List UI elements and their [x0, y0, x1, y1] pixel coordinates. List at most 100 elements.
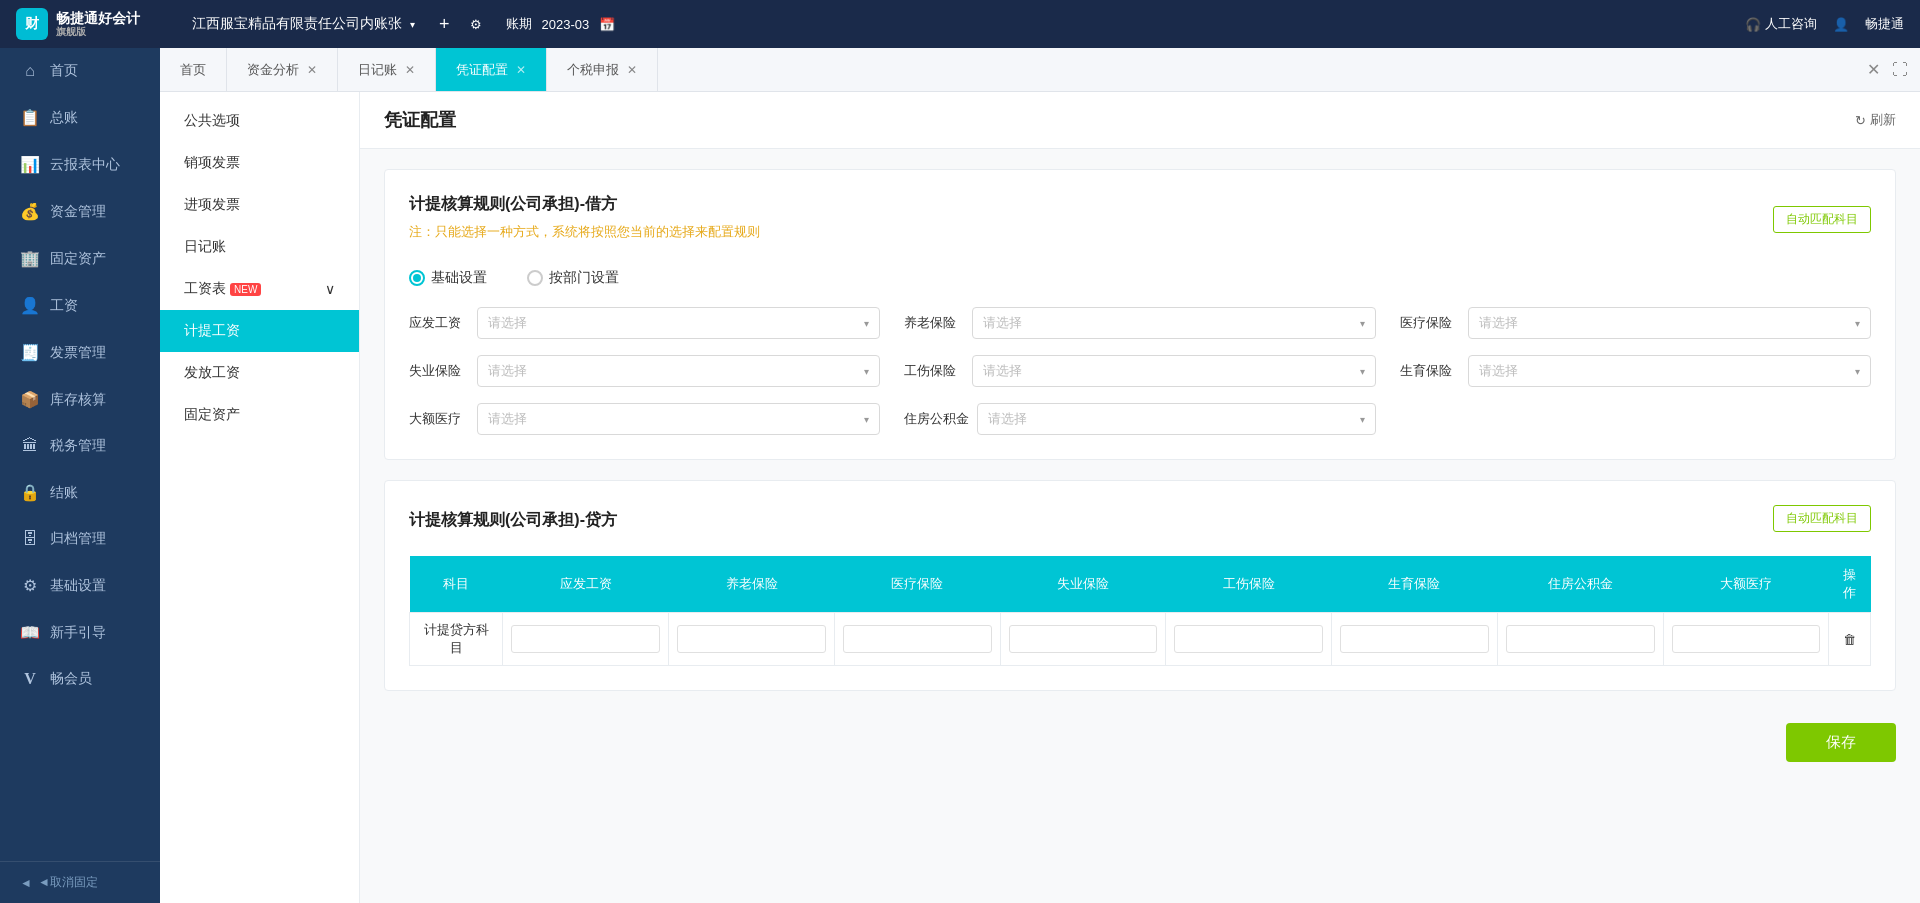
field-injury-select[interactable]: 请选择 ▾ — [972, 355, 1375, 387]
row-housing-cell[interactable] — [1497, 613, 1663, 666]
row-maternity-input[interactable] — [1340, 625, 1489, 653]
radio-basic[interactable]: 基础设置 — [409, 269, 487, 287]
tab-journal[interactable]: 日记账 ✕ — [338, 48, 436, 91]
nav-salary-pay[interactable]: 发放工资 — [160, 352, 359, 394]
row-unemployment-cell[interactable] — [1000, 613, 1166, 666]
sidebar-item-invoice[interactable]: 🧾 发票管理 — [0, 329, 160, 376]
row-action-cell[interactable]: 🗑 — [1829, 613, 1871, 666]
field-maternity-select[interactable]: 请选择 ▾ — [1468, 355, 1871, 387]
row-salary-cell[interactable] — [503, 613, 669, 666]
sidebar-item-fund[interactable]: 💰 资金管理 — [0, 188, 160, 235]
support-btn[interactable]: 🎧 人工咨询 — [1745, 15, 1817, 33]
field-salary: 应发工资 请选择 ▾ — [409, 307, 880, 339]
tab-voucher-close[interactable]: ✕ — [516, 63, 526, 77]
cancel-fix-btn[interactable]: ◄ ◄取消固定 — [0, 861, 160, 903]
field-housing-select[interactable]: 请选择 ▾ — [977, 403, 1375, 435]
debit-header-row: 计提核算规则(公司承担)-借方 注：只能选择一种方式，系统将按照您当前的选择来配… — [409, 194, 1871, 257]
row-salary-input[interactable] — [511, 625, 660, 653]
tab-bar: 首页 资金分析 ✕ 日记账 ✕ 凭证配置 ✕ 个税申报 ✕ ✕ ⛶ — [160, 48, 1920, 92]
field-medical-select[interactable]: 请选择 ▾ — [1468, 307, 1871, 339]
scrollable-content[interactable]: 计提核算规则(公司承担)-借方 注：只能选择一种方式，系统将按照您当前的选择来配… — [360, 149, 1920, 903]
settings-icon[interactable]: ⚙ — [470, 17, 482, 32]
sidebar-item-reports[interactable]: 📊 云报表中心 — [0, 141, 160, 188]
row-unemployment-input[interactable] — [1009, 625, 1158, 653]
refresh-btn[interactable]: ↻ 刷新 — [1855, 111, 1896, 129]
field-pension-select[interactable]: 请选择 ▾ — [972, 307, 1375, 339]
sidebar-item-tax[interactable]: 🏛 税务管理 — [0, 423, 160, 469]
tab-fund[interactable]: 资金分析 ✕ — [227, 48, 338, 91]
tab-close-all-icon[interactable]: ✕ — [1867, 60, 1880, 79]
field-large-medical-label: 大额医疗 — [409, 410, 469, 428]
sidebar-item-inventory[interactable]: 📦 库存核算 — [0, 376, 160, 423]
row-housing-input[interactable] — [1506, 625, 1655, 653]
row-pension-cell[interactable] — [669, 613, 835, 666]
calendar-icon: 📅 — [599, 17, 615, 32]
nav-public[interactable]: 公共选项 — [160, 100, 359, 142]
tab-expand-icon[interactable]: ⛶ — [1892, 61, 1908, 79]
save-button[interactable]: 保存 — [1786, 723, 1896, 762]
headset-icon: 🎧 — [1745, 17, 1761, 32]
sidebar-label-salary: 工资 — [50, 297, 78, 315]
sidebar-label-tax: 税务管理 — [50, 437, 106, 455]
row-pension-input[interactable] — [677, 625, 826, 653]
field-housing-label: 住房公积金 — [904, 410, 969, 428]
field-large-medical-select[interactable]: 请选择 ▾ — [477, 403, 880, 435]
debit-auto-match-btn[interactable]: 自动匹配科目 — [1773, 206, 1871, 233]
close-period-icon: 🔒 — [20, 483, 40, 502]
row-maternity-cell[interactable] — [1332, 613, 1498, 666]
sidebar-item-close[interactable]: 🔒 结账 — [0, 469, 160, 516]
field-maternity: 生育保险 请选择 ▾ — [1400, 355, 1871, 387]
sidebar-item-guide[interactable]: 📖 新手引导 — [0, 609, 160, 656]
row-injury-cell[interactable] — [1166, 613, 1332, 666]
content-area: 首页 资金分析 ✕ 日记账 ✕ 凭证配置 ✕ 个税申报 ✕ ✕ ⛶ — [160, 48, 1920, 903]
debit-title-group: 计提核算规则(公司承担)-借方 注：只能选择一种方式，系统将按照您当前的选择来配… — [409, 194, 760, 257]
tab-tax-close[interactable]: ✕ — [627, 63, 637, 77]
tab-tax[interactable]: 个税申报 ✕ — [547, 48, 658, 91]
basic-settings-icon: ⚙ — [20, 576, 40, 595]
debit-form-grid: 应发工资 请选择 ▾ 养老保险 请选择 ▾ — [409, 307, 1871, 435]
cancel-fix-label: ◄取消固定 — [38, 874, 98, 891]
nav-purchase[interactable]: 进项发票 — [160, 184, 359, 226]
radio-dept[interactable]: 按部门设置 — [527, 269, 619, 287]
nav-sales[interactable]: 销项发票 — [160, 142, 359, 184]
home-icon: ⌂ — [20, 62, 40, 80]
tab-voucher[interactable]: 凭证配置 ✕ — [436, 48, 547, 91]
sidebar-item-home[interactable]: ⌂ 首页 — [0, 48, 160, 94]
page-title: 凭证配置 — [384, 108, 456, 132]
nav-salary-accrual[interactable]: 计提工资 — [160, 310, 359, 352]
sidebar-item-salary[interactable]: 👤 工资 — [0, 282, 160, 329]
sidebar-item-archive[interactable]: 🗄 归档管理 — [0, 516, 160, 562]
tab-fund-close[interactable]: ✕ — [307, 63, 317, 77]
field-salary-chevron: ▾ — [864, 318, 869, 329]
row-large-medical-cell[interactable] — [1663, 613, 1829, 666]
add-icon[interactable]: + — [439, 14, 450, 35]
sidebar-item-ledger[interactable]: 📋 总账 — [0, 94, 160, 141]
nav-salary-table[interactable]: 工资表NEW ∨ — [160, 268, 359, 310]
period-selector[interactable]: 账期 2023-03 📅 — [506, 15, 616, 33]
sidebar-item-settings[interactable]: ⚙ 基础设置 — [0, 562, 160, 609]
col-action: 操作 — [1829, 556, 1871, 613]
nav-journal[interactable]: 日记账 — [160, 226, 359, 268]
nav-fixed-assets[interactable]: 固定资产 — [160, 394, 359, 436]
company-name[interactable]: 江西服宝精品有限责任公司内账张 ▾ — [192, 15, 415, 33]
row-medical-cell[interactable] — [834, 613, 1000, 666]
row-injury-input[interactable] — [1174, 625, 1323, 653]
sidebar-item-assets[interactable]: 🏢 固定资产 — [0, 235, 160, 282]
credit-table: 科目 应发工资 养老保险 医疗保险 失业保险 工伤保险 生育保险 住房公积金 大… — [409, 556, 1871, 666]
tab-actions: ✕ ⛶ — [1867, 48, 1920, 91]
sidebar-item-vip[interactable]: V 畅会员 — [0, 656, 160, 702]
field-large-medical-placeholder: 请选择 — [488, 410, 527, 428]
field-salary-select[interactable]: 请选择 ▾ — [477, 307, 880, 339]
row-medical-input[interactable] — [843, 625, 992, 653]
field-unemployment-select[interactable]: 请选择 ▾ — [477, 355, 880, 387]
row-subject-label: 计提贷方科目 — [410, 613, 503, 666]
topbar-icons: + ⚙ — [439, 14, 482, 35]
credit-auto-match-btn[interactable]: 自动匹配科目 — [1773, 505, 1871, 532]
tab-home[interactable]: 首页 — [160, 48, 227, 91]
col-housing: 住房公积金 — [1497, 556, 1663, 613]
row-large-medical-input[interactable] — [1672, 625, 1821, 653]
archive-icon: 🗄 — [20, 530, 40, 548]
topbar: 财 畅捷通好会计 旗舰版 江西服宝精品有限责任公司内账张 ▾ + ⚙ 账期 20… — [0, 0, 1920, 48]
tab-journal-close[interactable]: ✕ — [405, 63, 415, 77]
field-unemployment-chevron: ▾ — [864, 366, 869, 377]
